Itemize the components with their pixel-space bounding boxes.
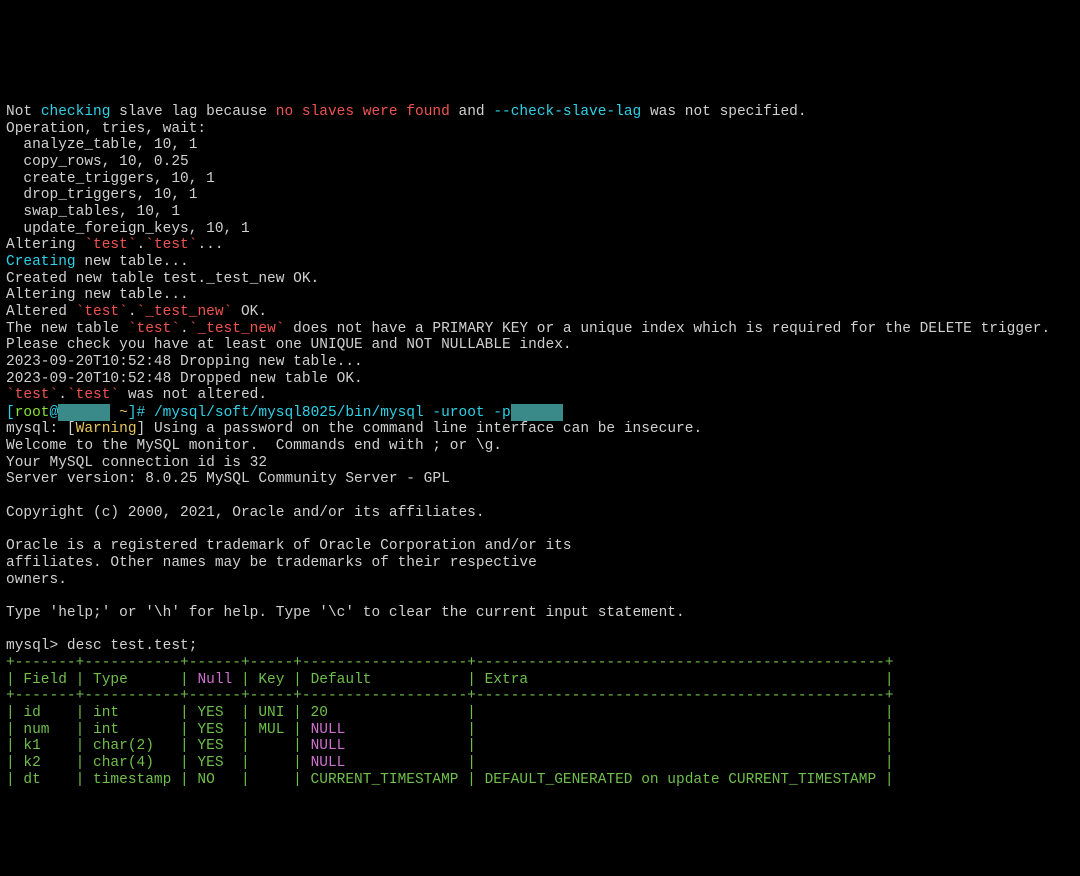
line: Welcome to the MySQL monitor. Commands e…	[6, 438, 502, 454]
line: Please check you have at least one UNIQU…	[6, 337, 572, 353]
line: Altered `test`.`_test_new` OK.	[6, 304, 267, 320]
line: The new table `test`.`_test_new` does no…	[6, 321, 1050, 337]
line: Creating new table...	[6, 254, 189, 270]
line: Oracle is a registered trademark of Orac…	[6, 538, 572, 554]
table-separator: +-------+-----------+------+-----+------…	[6, 655, 894, 671]
line: Not checking slave lag because no slaves…	[6, 104, 807, 120]
mysql-prompt-line: mysql> desc test.test;	[6, 638, 197, 654]
command-input[interactable]: /mysql/soft/mysql8025/bin/mysql -uroot -…	[154, 405, 511, 421]
line: Type 'help;' or '\h' for help. Type '\c'…	[6, 605, 685, 621]
line: Copyright (c) 2000, 2021, Oracle and/or …	[6, 505, 485, 521]
line: drop_triggers, 10, 1	[6, 187, 197, 203]
line: affiliates. Other names may be trademark…	[6, 555, 537, 571]
line: analyze_table, 10, 1	[6, 137, 197, 153]
table-row: | k2 | char(4) | YES | | NULL | |	[6, 755, 894, 771]
table-header: | Field | Type | Null | Key | Default | …	[6, 672, 894, 688]
line: 2023-09-20T10:52:48 Dropping new table..…	[6, 354, 363, 370]
line: mysql: [Warning] Using a password on the…	[6, 421, 702, 437]
shell-prompt-line: [root@xxxxxx ~]# /mysql/soft/mysql8025/b…	[6, 405, 563, 421]
table-row: | num | int | YES | MUL | NULL | |	[6, 722, 894, 738]
redacted-password: xxxxxx	[511, 404, 563, 421]
table-separator: +-------+-----------+------+-----+------…	[6, 688, 894, 704]
redacted-hostname: xxxxxx	[58, 404, 110, 421]
table-row: | dt | timestamp | NO | | CURRENT_TIMEST…	[6, 772, 894, 788]
line: 2023-09-20T10:52:48 Dropped new table OK…	[6, 371, 363, 387]
line: update_foreign_keys, 10, 1	[6, 221, 250, 237]
line: create_triggers, 10, 1	[6, 171, 215, 187]
line: Operation, tries, wait:	[6, 121, 206, 137]
line: Created new table test._test_new OK.	[6, 271, 319, 287]
terminal-output[interactable]: Not checking slave lag because no slaves…	[0, 83, 1080, 792]
sql-command[interactable]: desc test.test;	[67, 638, 198, 654]
table-row: | id | int | YES | UNI | 20 | |	[6, 705, 894, 721]
line: `test`.`test` was not altered.	[6, 387, 267, 403]
line: Altering `test`.`test`...	[6, 237, 224, 253]
line: swap_tables, 10, 1	[6, 204, 180, 220]
line: Your MySQL connection id is 32	[6, 455, 267, 471]
line: Altering new table...	[6, 287, 189, 303]
line: owners.	[6, 572, 67, 588]
line: Server version: 8.0.25 MySQL Community S…	[6, 471, 450, 487]
line: copy_rows, 10, 0.25	[6, 154, 189, 170]
table-row: | k1 | char(2) | YES | | NULL | |	[6, 738, 894, 754]
